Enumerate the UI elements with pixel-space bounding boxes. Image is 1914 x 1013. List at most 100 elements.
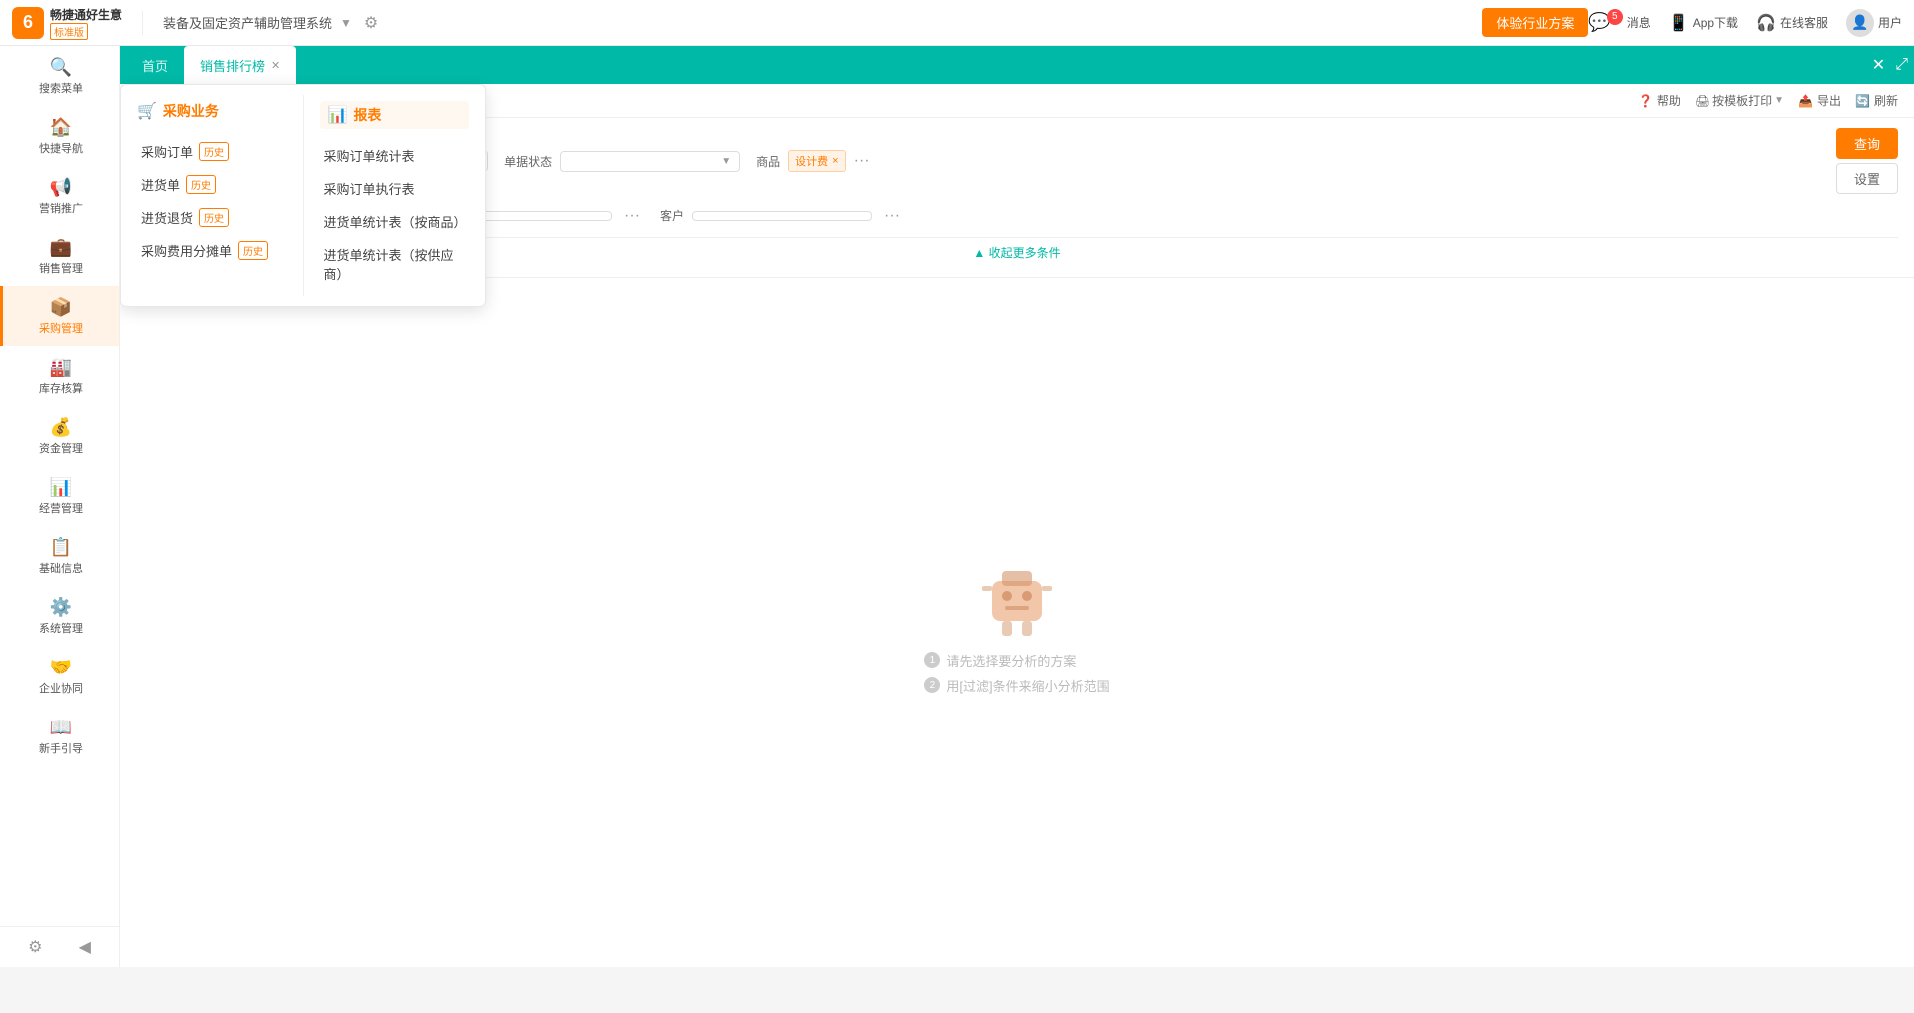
help-btn[interactable]: ❓ 帮助 [1638, 92, 1681, 109]
topbar-right: 💬 5 消息 📱 App下载 🎧 在线客服 👤 用户 [1588, 9, 1902, 37]
sidebar-item-finance[interactable]: 💰 资金管理 [0, 406, 119, 466]
collab-icon: 🤝 [50, 658, 72, 676]
hist-badge-return: 历史 [199, 208, 229, 227]
dropdown-item-purchase-in[interactable]: 进货单 历史 [137, 168, 287, 201]
tab-close-icon[interactable]: ✕ [271, 59, 280, 72]
dropdown-item-in-stat-goods[interactable]: 进货单统计表（按商品） [320, 205, 470, 238]
goods-tag: 设计费 × [788, 150, 845, 172]
sidebar-label-quick: 快捷导航 [39, 140, 83, 156]
sidebar-collapse-btn[interactable]: ◀ [79, 937, 91, 957]
doc-status-filter: 单据状态 ▼ [504, 151, 740, 172]
goods-ellipsis[interactable]: ··· [850, 152, 874, 170]
dropdown-item-po-stat[interactable]: 采购订单统计表 [320, 139, 470, 172]
refresh-btn[interactable]: 🔄 刷新 [1855, 92, 1898, 109]
industry-btn[interactable]: 体验行业方案 [1482, 8, 1588, 37]
empty-illustration [967, 551, 1067, 641]
user-label: 用户 [1878, 14, 1902, 31]
sidebar-label-collab: 企业协同 [39, 680, 83, 696]
finance-icon: 💰 [50, 418, 72, 436]
collapse-up-icon: ▲ [973, 246, 985, 260]
goods-filter: 商品 设计费 × ··· [756, 150, 873, 172]
topbar: 6 畅捷通好生意 标准版 装备及固定资产辅助管理系统 ▼ ⚙ 体验行业方案 💬 … [0, 0, 1914, 46]
doc-status-select[interactable]: ▼ [560, 151, 740, 172]
empty-hint-2: 2 用[过滤]条件来缩小分析范围 [924, 676, 1109, 695]
sidebar-item-inventory[interactable]: 🏭 库存核算 [0, 346, 119, 406]
app-download-group[interactable]: 📱 App下载 [1669, 13, 1738, 33]
goods-tag-label: 设计费 [795, 153, 828, 169]
tab-close-all-icon[interactable]: ✕ [1872, 55, 1885, 75]
sidebar-label-sales: 销售管理 [39, 260, 83, 276]
system-icon: ⚙️ [50, 598, 72, 616]
settings-icon[interactable]: ⚙ [364, 13, 378, 33]
user-group[interactable]: 👤 用户 [1846, 9, 1902, 37]
tab-sales-rank[interactable]: 销售排行榜 ✕ [184, 46, 296, 84]
tab-bar-actions: ✕ ⤢ [1872, 55, 1908, 75]
dropdown-in-stat-goods-label: 进货单统计表（按商品） [324, 212, 466, 231]
sidebar-item-purchase[interactable]: 📦 采购管理 [0, 286, 119, 346]
export-label: 导出 [1817, 92, 1841, 109]
dropdown-expense-label: 采购费用分摊单 [141, 241, 232, 260]
settings-btn[interactable]: 设置 [1836, 163, 1898, 194]
customer-select[interactable] [692, 211, 872, 221]
dropdown-return-label: 进货退货 [141, 208, 193, 227]
goods-tag-close[interactable]: × [832, 155, 838, 167]
hist-badge-expense: 历史 [238, 241, 268, 260]
export-icon: 📤 [1798, 94, 1813, 108]
sidebar-item-quick[interactable]: 🏠 快捷导航 [0, 106, 119, 166]
dropdown-po-stat-label: 采购订单统计表 [324, 146, 415, 165]
dropdown-reports-col: 📊 报表 采购订单统计表 采购订单执行表 进货单统计表（按商品） 进货单统计表（… [303, 95, 486, 296]
sidebar-label-search: 搜索菜单 [39, 80, 83, 96]
collapse-label: 收起更多条件 [989, 246, 1061, 260]
home-icon: 🏠 [50, 118, 72, 136]
search-icon: 🔍 [50, 58, 72, 76]
hist-badge-in: 历史 [186, 175, 216, 194]
notif-badge: 5 [1607, 9, 1623, 25]
dropdown-item-in-stat-supplier[interactable]: 进货单统计表（按供应商） [320, 238, 470, 290]
dropdown-item-purchase-return[interactable]: 进货退货 历史 [137, 201, 287, 234]
avatar: 👤 [1846, 9, 1874, 37]
logo-text-group: 畅捷通好生意 标准版 [50, 6, 122, 40]
action-btns: 查询 设置 [1836, 128, 1898, 194]
sidebar-item-marketing[interactable]: 📢 营销推广 [0, 166, 119, 226]
title-dropdown-icon[interactable]: ▼ [340, 16, 352, 30]
headset-icon: 🎧 [1756, 13, 1776, 33]
hist-badge-po: 历史 [199, 142, 229, 161]
tab-sales-rank-label: 销售排行榜 [200, 56, 265, 75]
tab-bar: 首页 销售排行榜 ✕ ✕ ⤢ [120, 46, 1914, 84]
reports-title-icon: 📊 [328, 105, 348, 125]
search-btn[interactable]: 查询 [1836, 128, 1898, 159]
hint-num-1: 1 [924, 652, 940, 668]
sidebar-item-guide[interactable]: 📖 新手引导 [0, 706, 119, 766]
sidebar-settings-btn[interactable]: ⚙ [28, 937, 42, 957]
print-label: 按模板打印 [1712, 92, 1772, 109]
sidebar-item-sales[interactable]: 💼 销售管理 [0, 226, 119, 286]
sidebar-item-search[interactable]: 🔍 搜索菜单 [0, 46, 119, 106]
purchase-dropdown-menu: 🛒 采购业务 采购订单 历史 进货单 历史 进货退货 历史 [120, 84, 486, 307]
sidebar-item-collab[interactable]: 🤝 企业协同 [0, 646, 119, 706]
message-group[interactable]: 💬 5 消息 [1588, 12, 1650, 33]
dropdown-item-purchase-expense[interactable]: 采购费用分摊单 历史 [137, 234, 287, 267]
app-title: 装备及固定资产辅助管理系统 [163, 13, 332, 32]
dropdown-item-po-exec[interactable]: 采购订单执行表 [320, 172, 470, 205]
reports-title-label: 报表 [353, 105, 381, 125]
customer-ellipsis[interactable]: ··· [880, 207, 904, 225]
tab-home[interactable]: 首页 [126, 46, 184, 84]
dropdown-po-label: 采购订单 [141, 142, 193, 161]
sidebar-item-system[interactable]: ⚙️ 系统管理 [0, 586, 119, 646]
dropdown-item-po[interactable]: 采购订单 历史 [137, 135, 287, 168]
refresh-label: 刷新 [1874, 92, 1898, 109]
sidebar-label-basic: 基础信息 [39, 560, 83, 576]
guide-icon: 📖 [50, 718, 72, 736]
salesperson-ellipsis[interactable]: ··· [620, 207, 644, 225]
tab-maximize-icon[interactable]: ⤢ [1895, 56, 1908, 74]
goods-value-area: 设计费 × ··· [788, 150, 873, 172]
dropdown-purchase-title: 🛒 采购业务 [137, 101, 287, 125]
sidebar-label-inventory: 库存核算 [39, 380, 83, 396]
marketing-icon: 📢 [50, 178, 72, 196]
customer-filter: 客户 ··· [660, 207, 904, 225]
print-btn[interactable]: 🖨 按模板打印 ▼ [1695, 92, 1784, 109]
sidebar-item-operations[interactable]: 📊 经营管理 [0, 466, 119, 526]
export-btn[interactable]: 📤 导出 [1798, 92, 1841, 109]
online-service-group[interactable]: 🎧 在线客服 [1756, 13, 1828, 33]
sidebar-item-basic[interactable]: 📋 基础信息 [0, 526, 119, 586]
